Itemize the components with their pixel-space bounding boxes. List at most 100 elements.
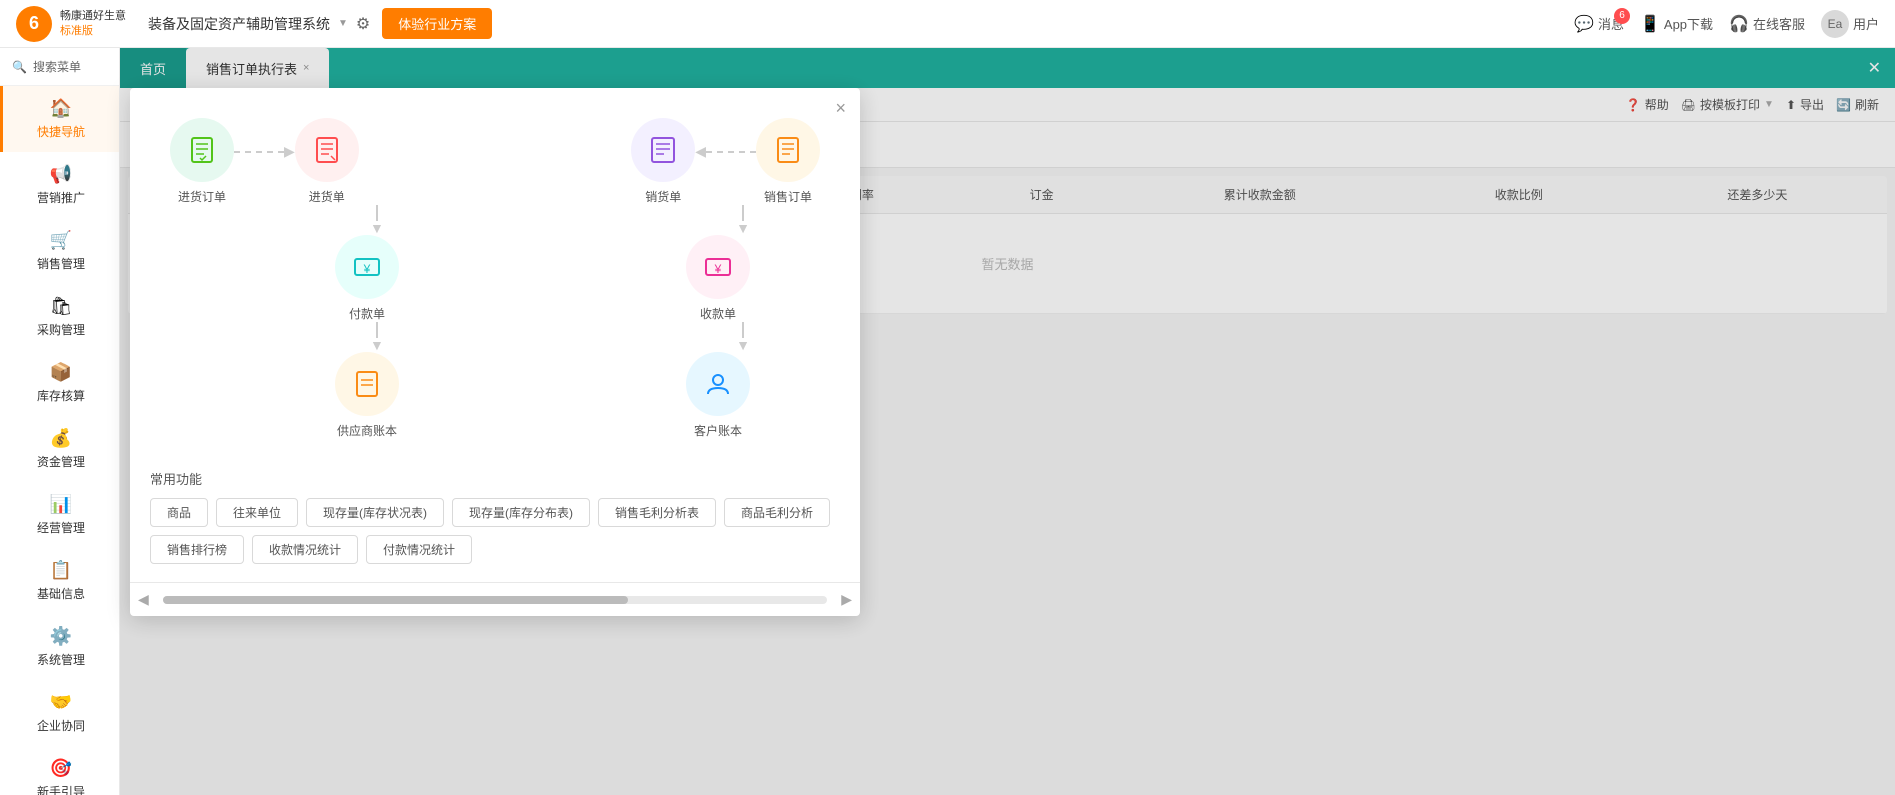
marketing-icon: 📢 bbox=[50, 164, 72, 185]
sidebar-item-new-guide[interactable]: 🎯 新手引导 bbox=[0, 746, 119, 795]
flow-item-payment[interactable]: ¥ 付款单 bbox=[335, 235, 399, 322]
sidebar-item-label-new-guide: 新手引导 bbox=[37, 783, 85, 795]
sales-order-icon bbox=[756, 118, 820, 182]
flow-item-purchase-bill[interactable]: 进货单 bbox=[295, 118, 359, 205]
flow-label-purchase-bill: 进货单 bbox=[309, 188, 345, 205]
purchase-icon: 🛍 bbox=[50, 296, 73, 317]
flow-label-receipt: 收款单 bbox=[700, 305, 736, 322]
user-item[interactable]: Ea 用户 bbox=[1821, 10, 1879, 38]
modal-scroll-area[interactable]: ◀ ▶ bbox=[130, 582, 860, 616]
search-menu-label: 搜索菜单 bbox=[33, 58, 81, 75]
operations-icon: 📊 bbox=[50, 494, 72, 515]
system-title: 装备及固定资产辅助管理系统 bbox=[148, 14, 330, 34]
flow-item-sales-bill[interactable]: 销货单 bbox=[631, 118, 695, 205]
sidebar-item-finance[interactable]: 💰 资金管理 bbox=[0, 416, 119, 482]
flow-label-supplier-ledger: 供应商账本 bbox=[337, 422, 397, 439]
func-btns-row2: 销售排行榜 收款情况统计 付款情况统计 bbox=[150, 535, 840, 564]
flow-item-sales-order[interactable]: 销售订单 bbox=[756, 118, 820, 205]
inventory-icon: 📦 bbox=[50, 362, 72, 383]
sidebar-item-label-operations: 经营管理 bbox=[37, 519, 85, 536]
sidebar-item-label-quick-nav: 快捷导航 bbox=[37, 123, 85, 140]
sidebar-item-label-cooperation: 企业协同 bbox=[37, 717, 85, 734]
scroll-left-button[interactable]: ◀ bbox=[138, 591, 149, 608]
customer-ledger-icon bbox=[686, 352, 750, 416]
common-functions-area: 常用功能 商品 往来单位 现存量(库存状况表) 现存量(库存分布表) 销售毛利分… bbox=[130, 459, 860, 582]
base-info-icon: 📋 bbox=[50, 560, 72, 581]
trial-button[interactable]: 体验行业方案 bbox=[382, 8, 492, 39]
online-service-label: 在线客服 bbox=[1753, 14, 1805, 33]
common-functions-title: 常用功能 bbox=[150, 469, 840, 488]
flow-modal: × 进货订单 bbox=[130, 88, 860, 616]
finance-icon: 💰 bbox=[50, 428, 72, 449]
sidebar: 🔍 搜索菜单 🏠 快捷导航 📢 营销推广 🛒 销售管理 🛍 采购管理 📦 库存核… bbox=[0, 48, 120, 795]
message-item[interactable]: 💬 6 消息 bbox=[1574, 14, 1624, 34]
sidebar-item-marketing[interactable]: 📢 营销推广 bbox=[0, 152, 119, 218]
flow-label-purchase-order: 进货订单 bbox=[178, 188, 226, 205]
modal-scrollbar-thumb[interactable] bbox=[163, 596, 628, 604]
svg-text:¥: ¥ bbox=[363, 262, 371, 276]
system-title-area: 装备及固定资产辅助管理系统 ▼ ⚙ bbox=[148, 14, 370, 34]
modal-close-button[interactable]: × bbox=[835, 98, 846, 119]
receipt-icon: ¥ bbox=[686, 235, 750, 299]
scroll-right-button[interactable]: ▶ bbox=[841, 591, 852, 608]
main: 首页 销售订单执行表 × ✕ ❓ 帮助 🖨 按模板打印 ▼ bbox=[120, 48, 1895, 795]
app-download-item[interactable]: 📱 App下载 bbox=[1640, 14, 1713, 34]
supplier-ledger-icon bbox=[335, 352, 399, 416]
flow-item-purchase-order[interactable]: 进货订单 bbox=[170, 118, 234, 205]
logo-line2: 标准版 bbox=[60, 24, 126, 38]
func-btn-goods-profit[interactable]: 商品毛利分析 bbox=[724, 498, 830, 527]
payment-icon: ¥ bbox=[335, 235, 399, 299]
search-menu[interactable]: 🔍 搜索菜单 bbox=[0, 48, 119, 86]
user-label: 用户 bbox=[1853, 14, 1879, 33]
online-service-item[interactable]: 🎧 在线客服 bbox=[1729, 14, 1805, 34]
svg-text:¥: ¥ bbox=[714, 262, 722, 276]
sales-bill-icon bbox=[631, 118, 695, 182]
modal-scrollbar[interactable] bbox=[163, 596, 827, 604]
flow-label-sales-bill: 销货单 bbox=[645, 188, 681, 205]
flow-item-supplier-ledger[interactable]: 供应商账本 bbox=[335, 352, 399, 439]
logo-icon: 6 bbox=[16, 6, 52, 42]
sidebar-item-sales[interactable]: 🛒 销售管理 bbox=[0, 218, 119, 284]
func-btns-row1: 商品 往来单位 现存量(库存状况表) 现存量(库存分布表) 销售毛利分析表 商品… bbox=[150, 498, 840, 527]
settings-icon[interactable]: ⚙ bbox=[356, 14, 370, 34]
mobile-icon: 📱 bbox=[1640, 14, 1660, 34]
sidebar-item-base-info[interactable]: 📋 基础信息 bbox=[0, 548, 119, 614]
purchase-order-icon bbox=[170, 118, 234, 182]
func-btn-sales-rank[interactable]: 销售排行榜 bbox=[150, 535, 244, 564]
modal-overlay: × 进货订单 bbox=[120, 48, 1895, 795]
flow-area: 进货订单 ▶ 进货单 bbox=[130, 88, 860, 459]
func-btn-stock-status[interactable]: 现存量(库存状况表) bbox=[306, 498, 444, 527]
layout: 🔍 搜索菜单 🏠 快捷导航 📢 营销推广 🛒 销售管理 🛍 采购管理 📦 库存核… bbox=[0, 48, 1895, 795]
sidebar-item-operations[interactable]: 📊 经营管理 bbox=[0, 482, 119, 548]
search-icon: 🔍 bbox=[12, 60, 27, 74]
home-icon: 🏠 bbox=[50, 98, 72, 119]
system-icon: ⚙️ bbox=[50, 626, 72, 647]
sidebar-item-system[interactable]: ⚙️ 系统管理 bbox=[0, 614, 119, 680]
flow-item-receipt[interactable]: ¥ 收款单 bbox=[686, 235, 750, 322]
func-btn-stock-dist[interactable]: 现存量(库存分布表) bbox=[452, 498, 590, 527]
purchase-bill-icon bbox=[295, 118, 359, 182]
flow-label-customer-ledger: 客户账本 bbox=[694, 422, 742, 439]
func-btn-payment-stats[interactable]: 付款情况统计 bbox=[366, 535, 472, 564]
avatar: Ea bbox=[1821, 10, 1849, 38]
func-btn-sales-profit[interactable]: 销售毛利分析表 bbox=[598, 498, 716, 527]
cooperation-icon: 🤝 bbox=[50, 692, 72, 713]
func-btn-receipt-stats[interactable]: 收款情况统计 bbox=[252, 535, 358, 564]
func-btn-goods[interactable]: 商品 bbox=[150, 498, 208, 527]
sidebar-item-label-system: 系统管理 bbox=[37, 651, 85, 668]
flow-label-sales-order: 销售订单 bbox=[764, 188, 812, 205]
sidebar-item-purchase[interactable]: 🛍 采购管理 bbox=[0, 284, 119, 350]
sidebar-item-cooperation[interactable]: 🤝 企业协同 bbox=[0, 680, 119, 746]
app-download-label: App下载 bbox=[1664, 14, 1713, 33]
sales-icon: 🛒 bbox=[50, 230, 72, 251]
func-btn-counterpart[interactable]: 往来单位 bbox=[216, 498, 298, 527]
system-dropdown-arrow[interactable]: ▼ bbox=[338, 18, 348, 29]
flow-item-customer-ledger[interactable]: 客户账本 bbox=[686, 352, 750, 439]
headset-icon: 🎧 bbox=[1729, 14, 1749, 34]
sidebar-item-quick-nav[interactable]: 🏠 快捷导航 bbox=[0, 86, 119, 152]
flow-label-payment: 付款单 bbox=[349, 305, 385, 322]
sidebar-item-label-finance: 资金管理 bbox=[37, 453, 85, 470]
sidebar-item-inventory[interactable]: 📦 库存核算 bbox=[0, 350, 119, 416]
logo-area: 6 畅康通好生意 标准版 bbox=[16, 6, 136, 42]
logo-text: 畅康通好生意 标准版 bbox=[60, 9, 126, 38]
